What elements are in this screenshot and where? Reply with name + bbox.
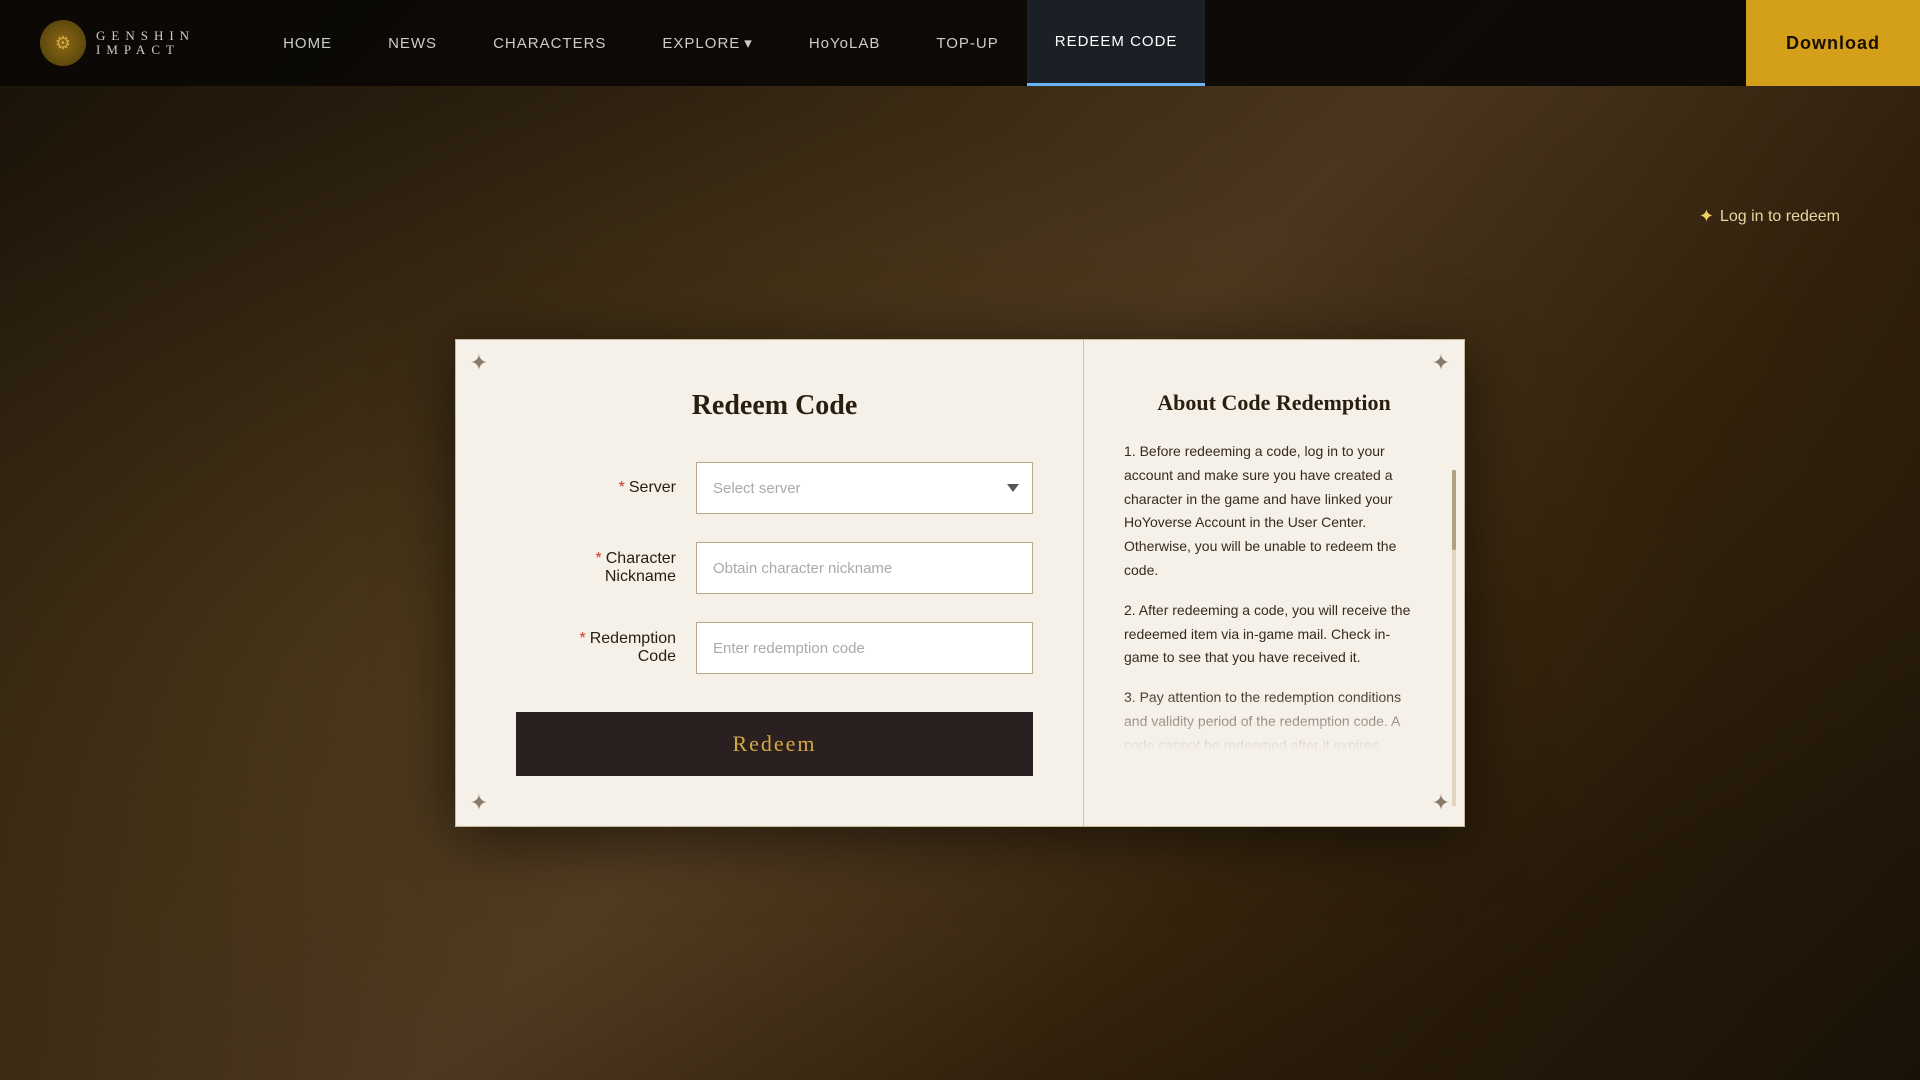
panel-title: Redeem Code xyxy=(516,390,1033,422)
login-to-redeem[interactable]: ✦ Log in to redeem xyxy=(1699,206,1840,227)
left-panel: Redeem Code *Server Select server Asia E… xyxy=(456,340,1084,826)
redemption-code-row: *RedemptionCode xyxy=(516,622,1033,674)
scrollbar-thumb xyxy=(1452,470,1456,550)
nav-explore[interactable]: EXPLORE ▾ xyxy=(634,0,780,86)
right-panel: About Code Redemption 1. Before redeemin… xyxy=(1084,340,1464,826)
right-panel-content: 1. Before redeeming a code, log in to yo… xyxy=(1124,440,1424,750)
nav-links: HOME NEWS CHARACTERS EXPLORE ▾ HoYoLAB T… xyxy=(255,0,1782,86)
star-icon: ✦ xyxy=(1699,206,1714,227)
corner-bl: ✦ xyxy=(464,788,494,818)
character-nickname-input[interactable] xyxy=(696,542,1033,594)
fade-out xyxy=(1124,690,1424,750)
info-point-1: 1. Before redeeming a code, log in to yo… xyxy=(1124,440,1424,583)
nav-hoyolab[interactable]: HoYoLAB xyxy=(781,0,909,86)
required-star-server: * xyxy=(619,479,625,496)
redeem-button[interactable]: Redeem xyxy=(516,712,1033,776)
navbar: ⚙ GENSHIN IMPACT HOME NEWS CHARACTERS EX… xyxy=(0,0,1920,86)
nav-topup[interactable]: TOP-UP xyxy=(908,0,1026,86)
redeem-modal: ✦ ✦ ✦ ✦ Redeem Code *Server Select serve… xyxy=(455,339,1465,827)
right-panel-title: About Code Redemption xyxy=(1124,390,1424,416)
login-to-redeem-label: Log in to redeem xyxy=(1720,208,1840,226)
logo[interactable]: ⚙ GENSHIN IMPACT xyxy=(40,20,195,66)
required-star-code: * xyxy=(579,630,585,647)
redemption-code-label: *RedemptionCode xyxy=(516,630,676,666)
server-row: *Server Select server Asia Europe North … xyxy=(516,462,1033,514)
nav-news[interactable]: NEWS xyxy=(360,0,465,86)
nav-redeemcode[interactable]: REDEEM CODE xyxy=(1027,0,1206,86)
server-label: *Server xyxy=(516,479,676,497)
required-star-character: * xyxy=(596,550,602,567)
scrollbar[interactable] xyxy=(1452,470,1456,806)
nav-characters[interactable]: CHARACTERS xyxy=(465,0,634,86)
logo-text: GENSHIN IMPACT xyxy=(96,29,195,58)
redemption-code-input[interactable] xyxy=(696,622,1033,674)
main-content: ✦ Log in to redeem ✦ ✦ ✦ ✦ Redeem Code *… xyxy=(0,86,1920,1080)
server-select-wrapper: Select server Asia Europe North America … xyxy=(696,462,1033,514)
download-button[interactable]: Download xyxy=(1746,0,1920,86)
character-nickname-row: *CharacterNickname xyxy=(516,542,1033,594)
character-nickname-label: *CharacterNickname xyxy=(516,550,676,586)
nav-home[interactable]: HOME xyxy=(255,0,360,86)
server-select[interactable]: Select server Asia Europe North America … xyxy=(696,462,1033,514)
chevron-down-icon: ▾ xyxy=(744,34,753,52)
info-point-2: 2. After redeeming a code, you will rece… xyxy=(1124,599,1424,670)
corner-tl: ✦ xyxy=(464,348,494,378)
logo-icon: ⚙ xyxy=(40,20,86,66)
